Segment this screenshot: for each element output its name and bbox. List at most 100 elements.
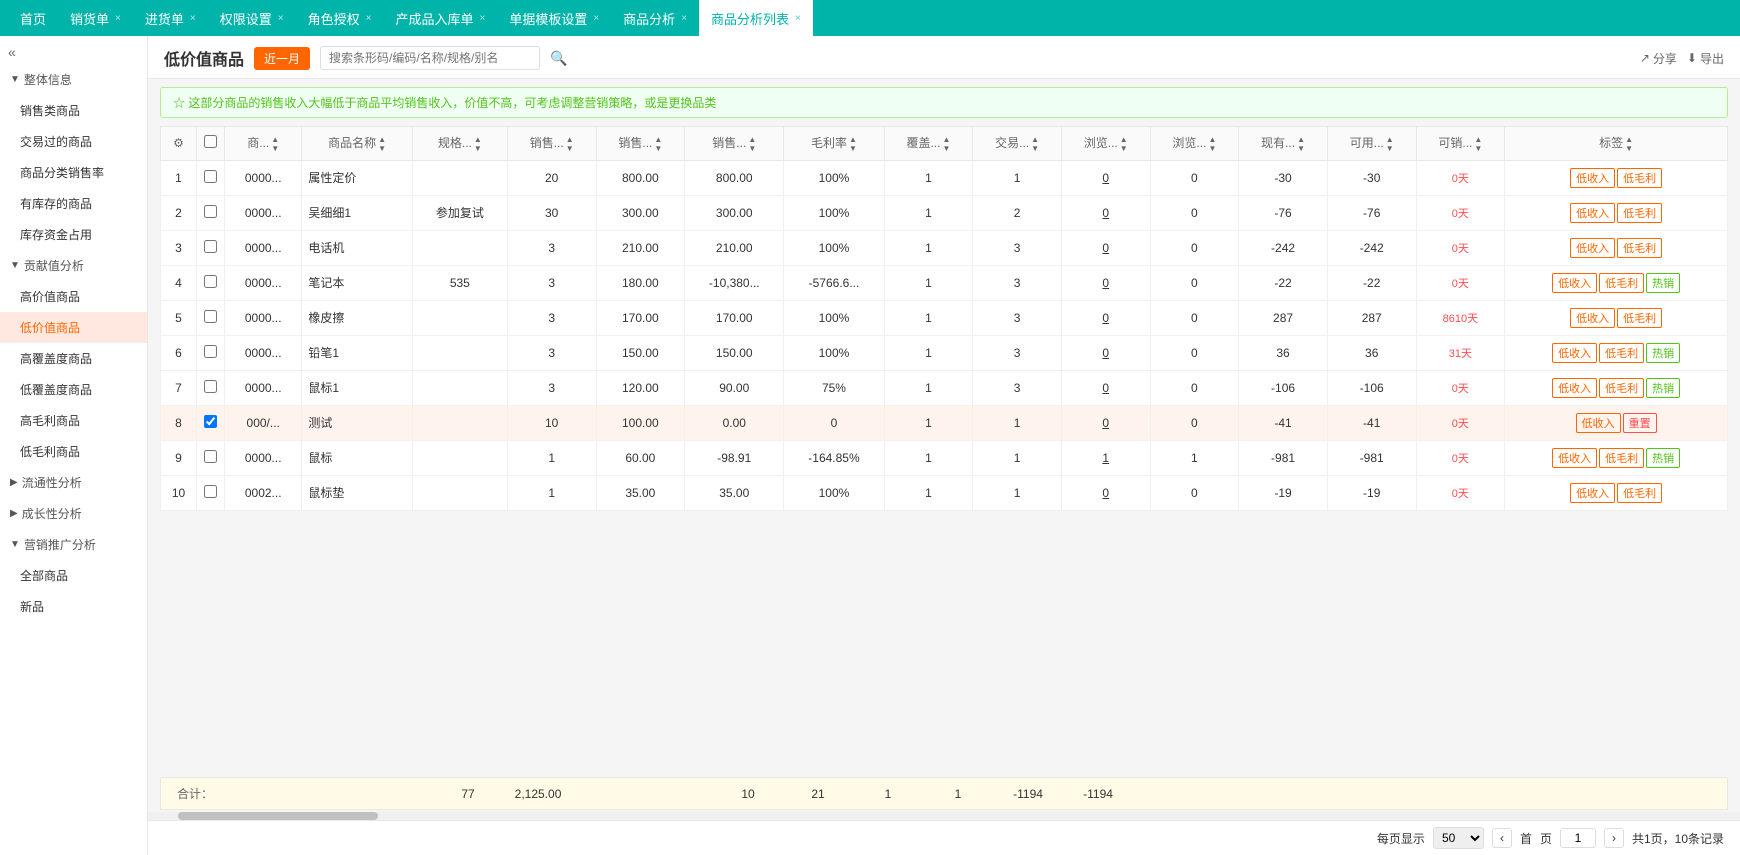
tag: 低收入 bbox=[1552, 343, 1597, 363]
sidebar-collapse-button[interactable]: « bbox=[8, 44, 16, 60]
horizontal-scrollbar[interactable] bbox=[148, 812, 1740, 820]
close-icon[interactable]: × bbox=[593, 13, 599, 24]
row-coverage: 1 bbox=[884, 195, 973, 230]
col-gross-margin[interactable]: 毛利率▲▼ bbox=[784, 127, 884, 161]
sidebar-item-new-products[interactable]: 新品 bbox=[0, 591, 147, 622]
nav-product-analysis-list[interactable]: 商品分析列表 × bbox=[699, 0, 813, 36]
sidebar-group-contribution[interactable]: ▼ 贡献值分析 bbox=[0, 250, 147, 281]
row-view1[interactable]: 0 bbox=[1061, 265, 1150, 300]
row-view1[interactable]: 0 bbox=[1061, 300, 1150, 335]
export-button[interactable]: ⬇ 导出 bbox=[1687, 50, 1724, 67]
col-current-stock[interactable]: 现有...▲▼ bbox=[1239, 127, 1328, 161]
col-view1[interactable]: 浏览...▲▼ bbox=[1061, 127, 1150, 161]
col-checkbox[interactable] bbox=[197, 127, 225, 161]
row-checkbox[interactable] bbox=[197, 335, 225, 370]
close-icon[interactable]: × bbox=[366, 13, 372, 24]
search-icon[interactable]: 🔍 bbox=[550, 50, 567, 67]
row-view1[interactable]: 1 bbox=[1061, 440, 1150, 475]
col-view2[interactable]: 浏览...▲▼ bbox=[1150, 127, 1239, 161]
row-select-checkbox[interactable] bbox=[204, 240, 217, 253]
sidebar-item-sales-products[interactable]: 销售类商品 bbox=[0, 95, 147, 126]
sidebar-group-growth[interactable]: ▶ 成长性分析 bbox=[0, 498, 147, 529]
col-settings[interactable]: ⚙ bbox=[161, 127, 197, 161]
nav-sales-order[interactable]: 销货单 × bbox=[58, 0, 133, 36]
row-checkbox[interactable] bbox=[197, 475, 225, 510]
col-sales-qty[interactable]: 销售...▲▼ bbox=[507, 127, 596, 161]
col-sellable[interactable]: 可销...▲▼ bbox=[1416, 127, 1505, 161]
sidebar-item-high-value[interactable]: 高价值商品 bbox=[0, 281, 147, 312]
filter-recent-month-button[interactable]: 近一月 bbox=[254, 47, 310, 70]
sidebar-item-high-coverage[interactable]: 高覆盖度商品 bbox=[0, 343, 147, 374]
nav-purchase-order[interactable]: 进货单 × bbox=[133, 0, 208, 36]
close-icon[interactable]: × bbox=[795, 13, 801, 24]
close-icon[interactable]: × bbox=[681, 13, 687, 24]
row-checkbox[interactable] bbox=[197, 405, 225, 440]
nav-product-instock[interactable]: 产成品入库单 × bbox=[383, 0, 497, 36]
close-icon[interactable]: × bbox=[278, 13, 284, 24]
row-select-checkbox[interactable] bbox=[204, 380, 217, 393]
search-input[interactable] bbox=[320, 46, 540, 70]
row-view1[interactable]: 0 bbox=[1061, 335, 1150, 370]
row-checkbox[interactable] bbox=[197, 440, 225, 475]
row-select-checkbox[interactable] bbox=[204, 170, 217, 183]
col-spec[interactable]: 规格...▲▼ bbox=[412, 127, 507, 161]
row-trade: 1 bbox=[973, 160, 1062, 195]
col-sales-amount[interactable]: 销售...▲▼ bbox=[596, 127, 685, 161]
data-table-wrapper[interactable]: ⚙ 商...▲▼ 商品名称▲▼ 规格...▲▼ 销售...▲▼ 销售...▲▼ … bbox=[160, 126, 1728, 777]
row-select-checkbox[interactable] bbox=[204, 450, 217, 463]
sidebar-item-stocked-products[interactable]: 有库存的商品 bbox=[0, 188, 147, 219]
sidebar-group-overall[interactable]: ▼ 整体信息 bbox=[0, 64, 147, 95]
sidebar: « ▼ 整体信息 销售类商品 交易过的商品 商品分类销售率 有库存的商品 库存资… bbox=[0, 36, 148, 855]
row-sales-amount: 800.00 bbox=[596, 160, 685, 195]
row-view1[interactable]: 0 bbox=[1061, 405, 1150, 440]
row-view1[interactable]: 0 bbox=[1061, 230, 1150, 265]
col-code[interactable]: 商...▲▼ bbox=[225, 127, 302, 161]
nav-permissions[interactable]: 权限设置 × bbox=[208, 0, 296, 36]
nav-home[interactable]: 首页 bbox=[8, 0, 58, 36]
sidebar-item-low-value[interactable]: 低价值商品 bbox=[0, 312, 147, 343]
next-page-button[interactable]: › bbox=[1604, 828, 1624, 848]
page-size-select[interactable]: 50 100 200 bbox=[1433, 827, 1484, 849]
row-select-checkbox[interactable] bbox=[204, 310, 217, 323]
col-sales-profit[interactable]: 销售...▲▼ bbox=[685, 127, 784, 161]
sidebar-item-category-rate[interactable]: 商品分类销售率 bbox=[0, 157, 147, 188]
row-view1[interactable]: 0 bbox=[1061, 475, 1150, 510]
row-select-checkbox[interactable] bbox=[204, 415, 217, 428]
close-icon[interactable]: × bbox=[115, 13, 121, 24]
row-select-checkbox[interactable] bbox=[204, 345, 217, 358]
row-checkbox[interactable] bbox=[197, 160, 225, 195]
close-icon[interactable]: × bbox=[479, 13, 485, 24]
col-available-stock[interactable]: 可用...▲▼ bbox=[1327, 127, 1416, 161]
col-trade[interactable]: 交易...▲▼ bbox=[973, 127, 1062, 161]
nav-product-analysis[interactable]: 商品分析 × bbox=[611, 0, 699, 36]
sidebar-item-traded-products[interactable]: 交易过的商品 bbox=[0, 126, 147, 157]
row-view1[interactable]: 0 bbox=[1061, 195, 1150, 230]
sidebar-item-all-products[interactable]: 全部商品 bbox=[0, 560, 147, 591]
close-icon[interactable]: × bbox=[190, 13, 196, 24]
row-view1[interactable]: 0 bbox=[1061, 160, 1150, 195]
row-checkbox[interactable] bbox=[197, 265, 225, 300]
select-all-checkbox[interactable] bbox=[204, 135, 217, 148]
row-select-checkbox[interactable] bbox=[204, 485, 217, 498]
sidebar-group-marketing[interactable]: ▼ 营销推广分析 bbox=[0, 529, 147, 560]
sidebar-item-stock-capital[interactable]: 库存资金占用 bbox=[0, 219, 147, 250]
page-number-input[interactable] bbox=[1560, 828, 1596, 848]
row-select-checkbox[interactable] bbox=[204, 275, 217, 288]
row-checkbox[interactable] bbox=[197, 370, 225, 405]
row-view1[interactable]: 0 bbox=[1061, 370, 1150, 405]
col-tags[interactable]: 标签▲▼ bbox=[1505, 127, 1728, 161]
sidebar-item-low-margin[interactable]: 低毛利商品 bbox=[0, 436, 147, 467]
sidebar-item-high-margin[interactable]: 高毛利商品 bbox=[0, 405, 147, 436]
row-checkbox[interactable] bbox=[197, 230, 225, 265]
sidebar-item-low-coverage[interactable]: 低覆盖度商品 bbox=[0, 374, 147, 405]
sidebar-group-circulation[interactable]: ▶ 流通性分析 bbox=[0, 467, 147, 498]
nav-role-auth[interactable]: 角色授权 × bbox=[296, 0, 384, 36]
col-name[interactable]: 商品名称▲▼ bbox=[302, 127, 412, 161]
row-select-checkbox[interactable] bbox=[204, 205, 217, 218]
row-checkbox[interactable] bbox=[197, 195, 225, 230]
row-checkbox[interactable] bbox=[197, 300, 225, 335]
col-coverage[interactable]: 覆盖...▲▼ bbox=[884, 127, 973, 161]
first-page-button[interactable]: ‹ bbox=[1492, 828, 1512, 848]
share-button[interactable]: ↗ 分享 bbox=[1640, 50, 1677, 67]
nav-template-settings[interactable]: 单据模板设置 × bbox=[497, 0, 611, 36]
